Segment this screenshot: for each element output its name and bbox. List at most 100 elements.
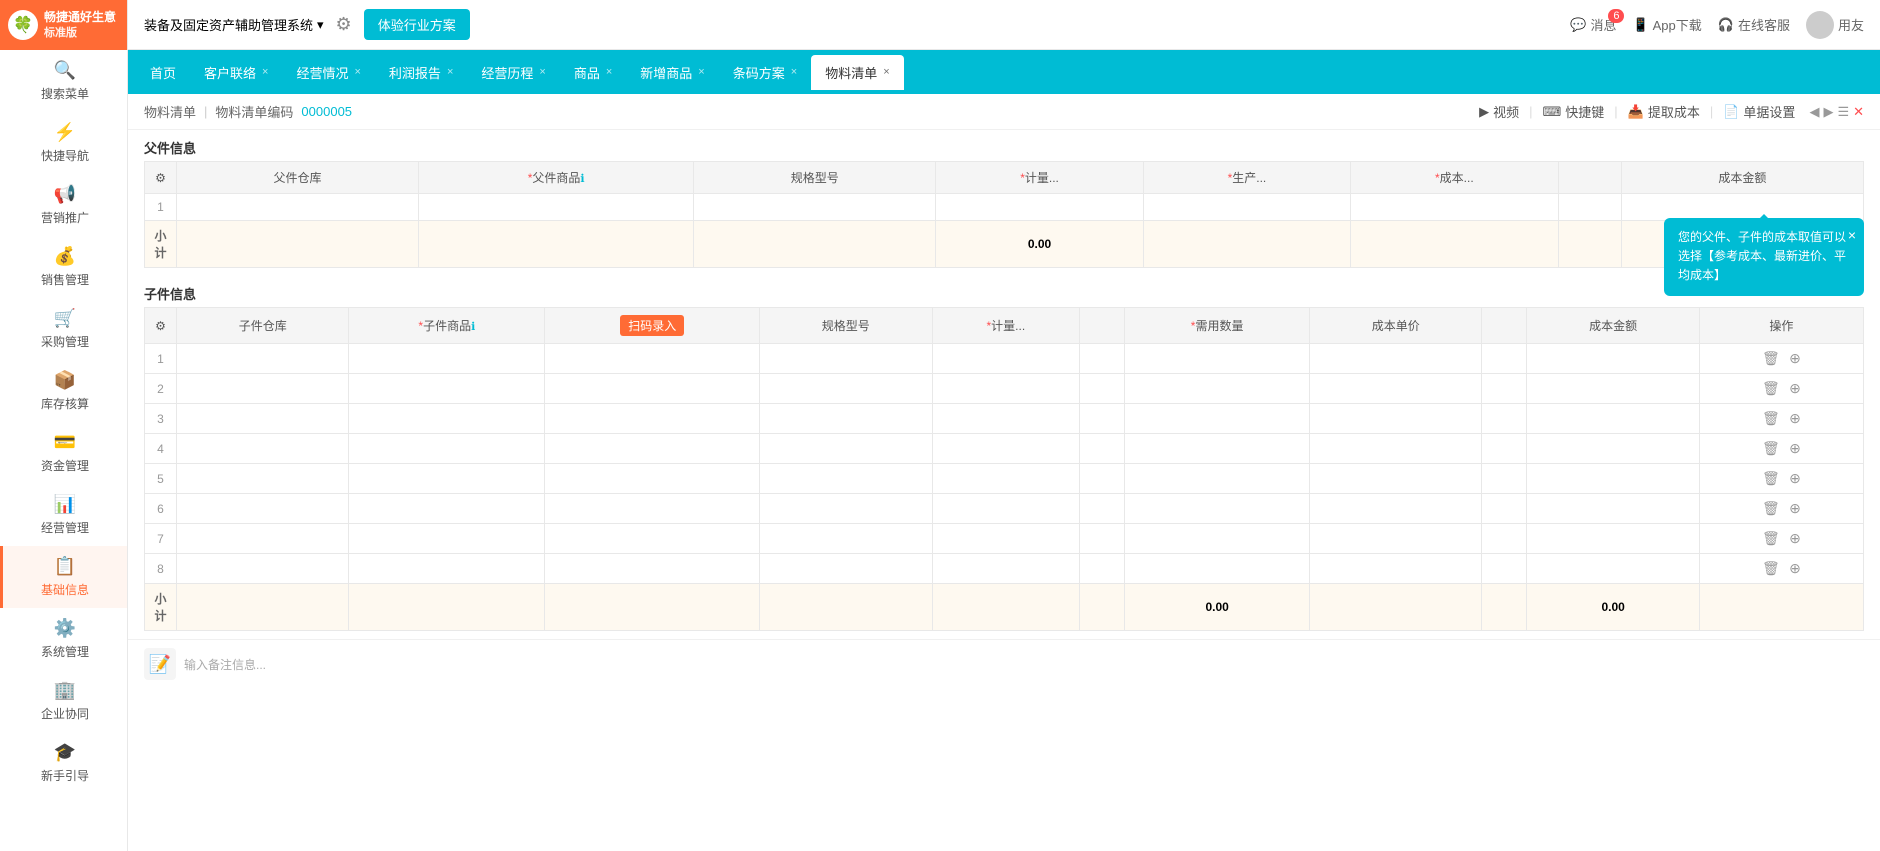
enterprise-icon: 🏢 [54,680,76,701]
sidebar-item-search[interactable]: 🔍 搜索菜单 [0,50,127,112]
table-row: 1 🗑 ⊕ [145,344,1864,374]
breadcrumb-code-value: 0000005 [301,104,352,119]
tab-label: 商品 [574,63,600,82]
sidebar-item-newbie[interactable]: 🎓 新手引导 [0,732,127,794]
copy-row-btn[interactable]: ⊕ [1786,440,1804,456]
system-title[interactable]: 装备及固定资产辅助管理系统 ▾ [144,15,324,34]
parent-col-settings[interactable]: ⚙ [145,162,177,194]
sidebar-item-label: 基础信息 [41,581,89,598]
child-col-settings[interactable]: ⚙ [145,308,177,344]
delete-row-btn[interactable]: 🗑 [1759,530,1783,546]
nav-tab-barcode[interactable]: 条码方案× [719,55,811,90]
sidebar-item-label: 营销推广 [41,209,89,226]
sidebar-item-purchase[interactable]: 🛒 采购管理 [0,298,127,360]
nav-tab-operations-status[interactable]: 经营情况× [282,55,374,90]
sidebar-item-marketing[interactable]: 📢 营销推广 [0,174,127,236]
operations-icon: 📊 [54,494,76,515]
single-settings-button[interactable]: 📄 单据设置 [1723,102,1795,121]
table-row: 7 🗑 ⊕ [145,524,1864,554]
message-button[interactable]: 💬 消息 6 [1570,15,1616,34]
sidebar-item-quick-nav[interactable]: ⚡ 快捷导航 [0,112,127,174]
table-row: 8 🗑 ⊕ [145,554,1864,584]
tab-close-bom[interactable]: × [883,66,889,78]
nav-tab-home[interactable]: 首页 [136,55,190,90]
delete-row-btn[interactable]: 🗑 [1759,500,1783,516]
child-col-scan[interactable]: 扫码录入 [545,308,760,344]
copy-row-btn[interactable]: ⊕ [1786,350,1804,366]
online-service-button[interactable]: 🎧 在线客服 [1718,15,1790,34]
child-col-action: 操作 [1699,308,1863,344]
tab-label: 利润报告 [389,63,441,82]
tab-close-customer[interactable]: × [262,66,268,78]
delete-row-btn[interactable]: 🗑 [1759,560,1783,576]
sidebar-item-sales[interactable]: 💰 销售管理 [0,236,127,298]
system-icon: ⚙️ [54,618,76,639]
parent-col-cost: *成本... [1351,162,1558,194]
sidebar-item-label: 经营管理 [41,519,89,536]
sidebar-item-enterprise[interactable]: 🏢 企业协同 [0,670,127,732]
parent-subtotal-row: 小计 0.00 0.00 [145,221,1864,268]
nav-tab-bom[interactable]: 物料清单× [811,55,903,90]
tab-label: 客户联络 [204,63,256,82]
copy-row-btn[interactable]: ⊕ [1786,500,1804,516]
app-download-button[interactable]: 📱 App下载 [1632,15,1701,34]
experience-button[interactable]: 体验行业方案 [364,9,470,40]
nav-tab-new-goods[interactable]: 新增商品 × [626,55,718,90]
copy-row-btn[interactable]: ⊕ [1786,470,1804,486]
nav-next-icon[interactable]: ▶ [1823,104,1833,120]
table-row: 3 🗑 ⊕ [145,404,1864,434]
copy-row-btn[interactable]: ⊕ [1786,560,1804,576]
sidebar-item-label: 资金管理 [41,457,89,474]
parent-col-unit: *计量... [936,162,1143,194]
copy-row-btn[interactable]: ⊕ [1786,530,1804,546]
sidebar-item-label: 采购管理 [41,333,89,350]
close-window-icon[interactable]: ✕ [1853,104,1864,120]
delete-row-btn[interactable]: 🗑 [1759,410,1783,426]
extract-cost-button[interactable]: 📥 提取成本 [1628,102,1700,121]
nav-tab-goods[interactable]: 商品 × [560,55,626,90]
cost-tooltip: × 您的父件、子件的成本取值可以选择【参考成本、最新进价、平均成本】 [1664,218,1864,296]
sidebar-item-finance[interactable]: 💳 资金管理 [0,422,127,484]
keyboard-icon: ⌨ [1542,104,1561,120]
delete-row-btn[interactable]: 🗑 [1759,440,1783,456]
tab-label: 新增商品 [640,63,692,82]
nav-list-icon[interactable]: ☰ [1837,104,1849,120]
copy-row-btn[interactable]: ⊕ [1786,380,1804,396]
dropdown-arrow-icon: ▾ [317,17,324,33]
finance-icon: 💳 [54,432,76,453]
parent-col-goods: *父件商品ℹ [419,162,694,194]
sidebar-item-inventory[interactable]: 📦 库存核算 [0,360,127,422]
sidebar-item-basic-info[interactable]: 📋 基础信息 [0,546,127,608]
tab-close-goods[interactable]: × [606,66,612,78]
sidebar-item-operations[interactable]: 📊 经营管理 [0,484,127,546]
table-row: 6 🗑 ⊕ [145,494,1864,524]
delete-row-btn[interactable]: 🗑 [1759,470,1783,486]
copy-row-btn[interactable]: ⊕ [1786,410,1804,426]
sidebar-logo: 🍀 畅捷通好生意 标准版 [0,0,127,50]
tab-close-operations-history[interactable]: × [539,66,545,78]
settings-doc-icon: 📄 [1723,104,1739,120]
user-menu[interactable]: 用友 [1806,11,1864,39]
scan-input-button[interactable]: 扫码录入 [620,315,684,336]
tab-close-operations-status[interactable]: × [354,66,360,78]
sidebar-item-system[interactable]: ⚙️ 系统管理 [0,608,127,670]
breadcrumb-bom[interactable]: 物料清单 [144,102,196,121]
shortcut-button[interactable]: ⌨ 快捷键 [1542,102,1604,121]
nav-tab-customer[interactable]: 客户联络 × [190,55,282,90]
sidebar-item-label: 企业协同 [41,705,89,722]
child-col-goods: *子件商品ℹ [349,308,545,344]
tab-close-new-goods[interactable]: × [698,66,704,78]
tab-close-barcode[interactable]: × [791,66,797,78]
tab-close-profit-report[interactable]: × [447,66,453,78]
sidebar-item-label: 新手引导 [41,767,89,784]
settings-icon[interactable]: ⚙ [336,14,352,35]
tab-label: 首页 [150,63,176,82]
nav-tab-operations-history[interactable]: 经营历程× [467,55,559,90]
view-button[interactable]: ▶ 视频 [1479,102,1519,121]
logo-icon: 🍀 [8,10,38,40]
delete-row-btn[interactable]: 🗑 [1759,350,1783,366]
delete-row-btn[interactable]: 🗑 [1759,380,1783,396]
nav-tab-profit-report[interactable]: 利润报告 × [375,55,467,90]
nav-prev-icon[interactable]: ◀ [1809,104,1819,120]
tooltip-close-btn[interactable]: × [1848,224,1856,246]
